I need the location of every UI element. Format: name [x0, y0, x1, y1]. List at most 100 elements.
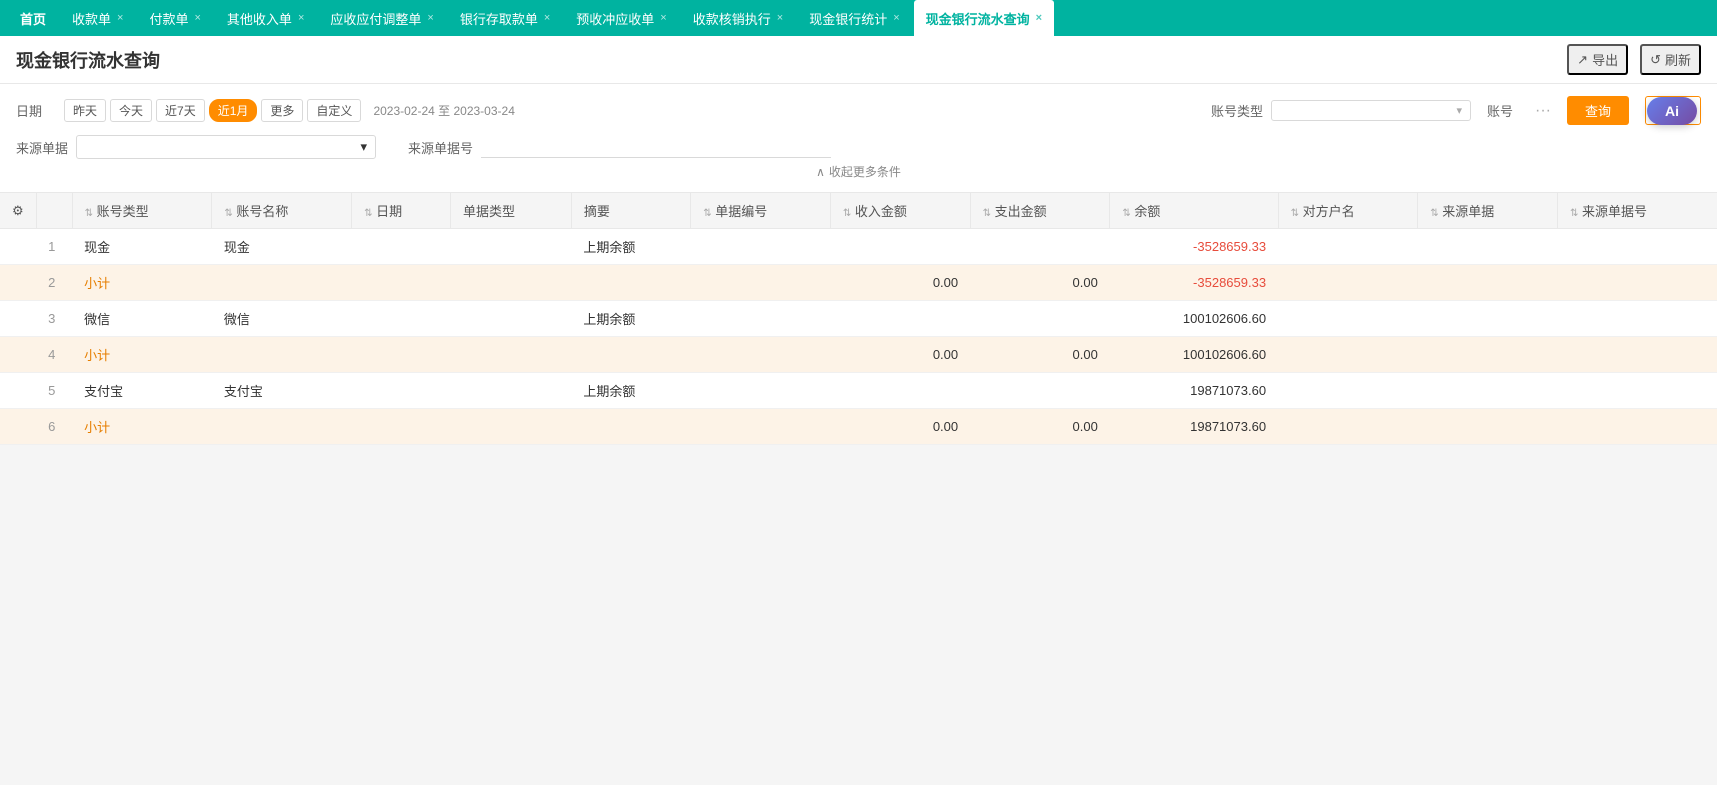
cell-doc-no [691, 373, 831, 409]
refresh-button[interactable]: ↺ 刷新 [1640, 44, 1701, 75]
nav-tab-现金银行流水查询[interactable]: 现金银行流水查询× [914, 0, 1054, 36]
source-doc-no-input[interactable] [481, 136, 831, 158]
cell-income: 0.00 [830, 409, 970, 445]
close-icon[interactable]: × [117, 12, 123, 24]
col-header-counterparty[interactable]: ⇅ 对方户名 [1278, 193, 1418, 229]
close-icon[interactable]: × [194, 12, 200, 24]
table-row: 2小计0.000.00-3528659.33 [0, 265, 1717, 301]
row-settings [0, 373, 36, 409]
nav-tab-其他收入单[interactable]: 其他收入单× [215, 0, 316, 36]
nav-tab-现金银行统计[interactable]: 现金银行统计× [797, 0, 911, 36]
cell-income [830, 373, 970, 409]
cell-date [352, 301, 451, 337]
collapse-up-icon: ∧ [816, 165, 825, 179]
settings-icon[interactable]: ⚙ [12, 203, 24, 218]
col-header-settings: ⚙ [0, 193, 36, 229]
nav-tab-预收冲应收单[interactable]: 预收冲应收单× [564, 0, 678, 36]
cell-source-doc-no [1558, 229, 1717, 265]
sort-icon: ⇅ [364, 208, 372, 219]
cell-expense [970, 373, 1110, 409]
source-doc-no-label: 来源单据号 [408, 138, 473, 157]
source-doc-select[interactable]: ▾ [76, 135, 376, 159]
col-header-rownum [36, 193, 72, 229]
close-icon[interactable]: × [660, 12, 666, 24]
col-header-balance[interactable]: ⇅ 余额 [1110, 193, 1278, 229]
account-type-select[interactable]: ▾ [1271, 100, 1471, 121]
collapse-bar[interactable]: ∧ 收起更多条件 [16, 159, 1701, 180]
nav-tab-付款单[interactable]: 付款单× [137, 0, 212, 36]
date-option-更多[interactable]: 更多 [261, 99, 303, 122]
cell-expense [970, 301, 1110, 337]
close-icon[interactable]: × [298, 12, 304, 24]
cell-doc-type [451, 337, 572, 373]
cell-income: 0.00 [830, 265, 970, 301]
col-header-doc_type: 单据类型 [451, 193, 572, 229]
date-option-近1月[interactable]: 近1月 [209, 99, 258, 122]
nav-tab-银行存取款单[interactable]: 银行存取款单× [448, 0, 562, 36]
export-button[interactable]: ↗ 导出 [1567, 44, 1628, 75]
date-options: 昨天今天近7天近1月更多自定义 [64, 99, 361, 122]
nav-home[interactable]: 首页 [8, 0, 58, 36]
cell-doc-type [451, 265, 572, 301]
date-filter-group: 日期 昨天今天近7天近1月更多自定义 2023-02-24 至 2023-03-… [16, 99, 515, 122]
col-header-expense[interactable]: ⇅ 支出金额 [970, 193, 1110, 229]
table-row: 4小计0.000.00100102606.60 [0, 337, 1717, 373]
cell-counterparty [1278, 337, 1418, 373]
col-header-source_doc_no[interactable]: ⇅ 来源单据号 [1558, 193, 1717, 229]
cell-source-doc-no [1558, 265, 1717, 301]
nav-tab-应收应付调整单[interactable]: 应收应付调整单× [318, 0, 445, 36]
sort-icon: ⇅ [85, 208, 93, 219]
page-header: 现金银行流水查询 ↗ 导出 ↺ 刷新 [0, 36, 1717, 84]
sort-icon: ⇅ [703, 208, 711, 219]
sort-icon: ⇅ [843, 208, 851, 219]
close-icon[interactable]: × [544, 12, 550, 24]
nav-tab-收款单[interactable]: 收款单× [60, 0, 135, 36]
cell-doc-type [451, 409, 572, 445]
date-range-display: 2023-02-24 至 2023-03-24 [373, 102, 514, 119]
cell-account-name: 现金 [212, 229, 352, 265]
table-row: 6小计0.000.0019871073.60 [0, 409, 1717, 445]
close-icon[interactable]: × [893, 12, 899, 24]
col-header-source_doc[interactable]: ⇅ 来源单据 [1418, 193, 1558, 229]
ai-badge[interactable]: Ai [1647, 97, 1697, 125]
col-header-doc_no[interactable]: ⇅ 单据编号 [691, 193, 831, 229]
cell-counterparty [1278, 265, 1418, 301]
cell-balance: 100102606.60 [1110, 337, 1278, 373]
nav-tab-收款核销执行[interactable]: 收款核销执行× [681, 0, 795, 36]
cell-source-doc-no [1558, 409, 1717, 445]
table-row: 1现金现金上期余额-3528659.33 [0, 229, 1717, 265]
cell-summary: 上期余额 [571, 301, 690, 337]
col-header-account_type[interactable]: ⇅ 账号类型 [72, 193, 212, 229]
table-header: ⚙⇅ 账号类型⇅ 账号名称⇅ 日期单据类型摘要⇅ 单据编号⇅ 收入金额⇅ 支出金… [0, 193, 1717, 229]
table-row: 3微信微信上期余额100102606.60 [0, 301, 1717, 337]
source-doc-label: 来源单据 [16, 138, 68, 157]
cell-source-doc [1418, 409, 1558, 445]
cell-summary [571, 337, 690, 373]
cell-date [352, 373, 451, 409]
col-header-income[interactable]: ⇅ 收入金额 [830, 193, 970, 229]
cell-source-doc [1418, 265, 1558, 301]
account-dots[interactable]: ··· [1535, 102, 1551, 120]
date-option-自定义[interactable]: 自定义 [307, 99, 361, 122]
filter-area: 日期 昨天今天近7天近1月更多自定义 2023-02-24 至 2023-03-… [0, 84, 1717, 193]
col-header-date[interactable]: ⇅ 日期 [352, 193, 451, 229]
row-number: 4 [36, 337, 72, 373]
cell-date [352, 409, 451, 445]
date-option-今天[interactable]: 今天 [110, 99, 152, 122]
header-actions: ↗ 导出 ↺ 刷新 [1567, 44, 1701, 75]
close-icon[interactable]: × [1036, 12, 1042, 24]
close-icon[interactable]: × [777, 12, 783, 24]
date-option-近7天[interactable]: 近7天 [156, 99, 205, 122]
cell-doc-no [691, 229, 831, 265]
close-icon[interactable]: × [427, 12, 433, 24]
cell-summary: 上期余额 [571, 373, 690, 409]
cell-counterparty [1278, 409, 1418, 445]
cell-doc-type [451, 229, 572, 265]
cell-income [830, 301, 970, 337]
cell-counterparty [1278, 373, 1418, 409]
account-group: 账号 ··· [1487, 101, 1551, 120]
date-option-昨天[interactable]: 昨天 [64, 99, 106, 122]
col-header-account_name[interactable]: ⇅ 账号名称 [212, 193, 352, 229]
query-button[interactable]: 查询 [1567, 96, 1629, 125]
table-row: 5支付宝支付宝上期余额19871073.60 [0, 373, 1717, 409]
